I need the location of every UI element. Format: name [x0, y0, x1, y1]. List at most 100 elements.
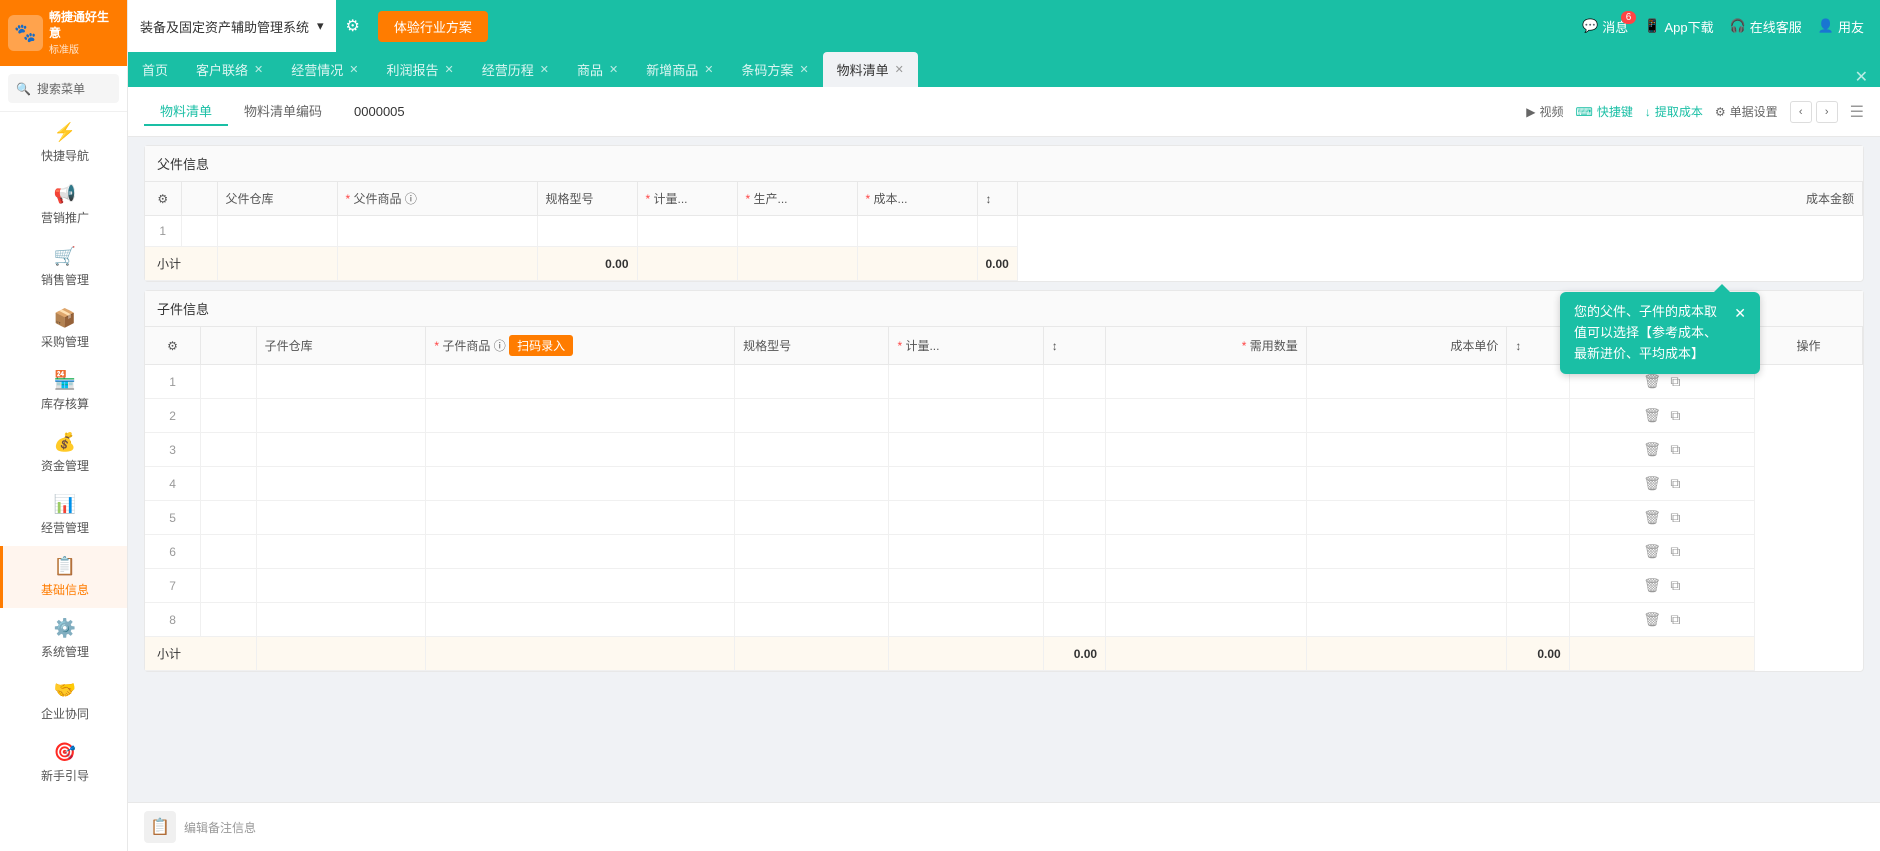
tab-add-product[interactable]: 新增商品 ✕	[632, 52, 727, 87]
copy-row-7-button[interactable]: ⧉	[1670, 577, 1680, 593]
parent-row-1-spec[interactable]	[337, 216, 537, 247]
sidebar-item-enterprise[interactable]: 🤝 企业协同	[0, 670, 127, 732]
child-row-1-sort2[interactable]	[1306, 365, 1507, 399]
system-selector[interactable]: 装备及固定资产辅助管理系统 ▾	[128, 0, 336, 52]
copy-row-3-button[interactable]: ⧉	[1670, 441, 1680, 457]
copy-row-1-button[interactable]: ⧉	[1670, 373, 1680, 389]
delete-row-1-button[interactable]: 🗑	[1643, 373, 1661, 389]
child-row-1-quantity[interactable]	[1043, 365, 1105, 399]
sidebar-item-quick-nav[interactable]: ⚡ 快捷导航	[0, 112, 127, 174]
delete-row-8-button[interactable]: 🗑	[1643, 611, 1661, 627]
tab-close-profit[interactable]: ✕	[445, 63, 454, 76]
user-button[interactable]: 👤 用友	[1818, 17, 1864, 36]
child-row-1-warehouse[interactable]	[201, 365, 257, 399]
video-icon: ▶	[1526, 105, 1535, 119]
child-row-3-actions: 🗑 ⧉	[1569, 433, 1754, 467]
sidebar-item-finance[interactable]: 💰 资金管理	[0, 422, 127, 484]
parent-row-1-unit[interactable]	[537, 216, 637, 247]
child-row-1-unit-cost[interactable]	[1106, 365, 1307, 399]
child-row-1-unit[interactable]	[735, 365, 889, 399]
page-header: 物料清单 物料清单编码 0000005 ▶ 视频 ⌨ 快捷键 ↓ 提取成本	[128, 87, 1880, 137]
child-row-2-spec[interactable]	[426, 399, 735, 433]
video-action[interactable]: ▶ 视频	[1526, 103, 1563, 120]
delete-row-3-button[interactable]: 🗑	[1643, 441, 1661, 457]
child-row-1-spec[interactable]	[426, 365, 735, 399]
nav-prev-button[interactable]: ‹	[1790, 101, 1812, 123]
extract-cost-action[interactable]: ↓ 提取成本	[1645, 103, 1703, 120]
tab-close-bom[interactable]: ✕	[895, 63, 904, 76]
tab-close-operations[interactable]: ✕	[349, 63, 358, 76]
parent-row-1-cost[interactable]	[737, 216, 857, 247]
child-row-2-sort[interactable]	[889, 399, 1043, 433]
parent-subtotal-empty-4	[737, 247, 857, 281]
sidebar-item-system[interactable]: ⚙️ 系统管理	[0, 608, 127, 670]
tab-products[interactable]: 商品 ✕	[563, 52, 632, 87]
child-row-1-sort[interactable]	[889, 365, 1043, 399]
child-row-2-quantity[interactable]	[1043, 399, 1105, 433]
tab-business-history[interactable]: 经营历程 ✕	[468, 52, 563, 87]
tab-barcode[interactable]: 条码方案 ✕	[727, 52, 822, 87]
child-row-2-warehouse[interactable]	[201, 399, 257, 433]
online-service-button[interactable]: 🎧 在线客服	[1730, 17, 1802, 36]
child-row-1-product[interactable]	[256, 365, 426, 399]
parent-row-1-warehouse[interactable]	[181, 216, 217, 247]
parent-row-1-product[interactable]	[217, 216, 337, 247]
tooltip-close-button[interactable]: ✕	[1734, 302, 1746, 324]
tab-profit-report[interactable]: 利润报告 ✕	[372, 52, 467, 87]
scan-button[interactable]: 扫码录入	[509, 335, 573, 356]
message-button[interactable]: 💬 消息 6	[1582, 17, 1628, 36]
tab-operations-status[interactable]: 经营情况 ✕	[277, 52, 372, 87]
child-row-2-unit[interactable]	[735, 399, 889, 433]
delete-row-7-button[interactable]: 🗑	[1643, 577, 1661, 593]
sidebar-item-sales[interactable]: 🛒 销售管理	[0, 236, 127, 298]
notes-icon-button[interactable]: 📋	[144, 811, 176, 843]
copy-row-4-button[interactable]: ⧉	[1670, 475, 1680, 491]
sidebar-item-marketing[interactable]: 📢 营销推广	[0, 174, 127, 236]
tab-close-products[interactable]: ✕	[609, 63, 618, 76]
sidebar-item-purchase[interactable]: 📦 采购管理	[0, 298, 127, 360]
tab-home[interactable]: 首页	[128, 52, 182, 87]
child-row-2-unit-cost[interactable]	[1106, 399, 1307, 433]
search-menu-button[interactable]: 🔍 搜索菜单	[8, 74, 119, 103]
copy-row-8-button[interactable]: ⧉	[1670, 611, 1680, 627]
tab-close-customers[interactable]: ✕	[254, 63, 263, 76]
tab-close-add-product[interactable]: ✕	[704, 63, 713, 76]
close-all-tabs-button[interactable]: ✕	[1843, 67, 1880, 87]
shortcut-action[interactable]: ⌨ 快捷键	[1576, 103, 1633, 120]
delete-row-4-button[interactable]: 🗑	[1643, 475, 1661, 491]
child-row-2-actions: 🗑 ⧉	[1569, 399, 1754, 433]
nav-next-button[interactable]: ›	[1816, 101, 1838, 123]
copy-row-5-button[interactable]: ⧉	[1670, 509, 1680, 525]
copy-row-2-button[interactable]: ⧉	[1670, 407, 1680, 423]
parent-row-1-production[interactable]	[637, 216, 737, 247]
page-header-tab-code[interactable]: 物料清单编码	[228, 97, 338, 126]
trial-button[interactable]: 体验行业方案	[378, 11, 488, 42]
delete-row-2-button[interactable]: 🗑	[1643, 407, 1661, 423]
tab-close-barcode[interactable]: ✕	[799, 63, 808, 76]
sidebar-item-guide[interactable]: 🎯 新手引导	[0, 732, 127, 794]
user-icon: 👤	[1818, 18, 1834, 34]
tab-bom[interactable]: 物料清单 ✕	[823, 52, 918, 87]
parent-col-settings[interactable]: ⚙	[145, 182, 181, 216]
list-view-button[interactable]: ☰	[1850, 102, 1864, 122]
settings-icon-btn[interactable]: ⚙	[342, 12, 364, 40]
sidebar-item-inventory[interactable]: 🏪 库存核算	[0, 360, 127, 422]
sidebar-item-basic-info[interactable]: 📋 基础信息	[0, 546, 127, 608]
single-settings-action[interactable]: ⚙ 单据设置	[1715, 103, 1778, 120]
child-row-2-sort2[interactable]	[1306, 399, 1507, 433]
sidebar-item-operations[interactable]: 📊 经营管理	[0, 484, 127, 546]
parent-row-1-sort[interactable]	[857, 216, 977, 247]
page-header-tab-list[interactable]: 物料清单	[144, 97, 228, 126]
child-col-settings[interactable]: ⚙	[145, 327, 201, 365]
tab-customers[interactable]: 客户联络 ✕	[182, 52, 277, 87]
delete-row-6-button[interactable]: 🗑	[1643, 543, 1661, 559]
child-row-2-product[interactable]	[256, 399, 426, 433]
delete-row-5-button[interactable]: 🗑	[1643, 509, 1661, 525]
child-col-sort[interactable]: ↕	[1043, 327, 1105, 365]
child-col-quantity: * 需用数量	[1106, 327, 1307, 365]
tab-close-history[interactable]: ✕	[540, 63, 549, 76]
parent-col-sort[interactable]: ↕	[977, 182, 1017, 216]
app-download-button[interactable]: 📱 App下载	[1644, 17, 1713, 36]
child-row-2: 2 🗑 ⧉	[145, 399, 1863, 433]
copy-row-6-button[interactable]: ⧉	[1670, 543, 1680, 559]
